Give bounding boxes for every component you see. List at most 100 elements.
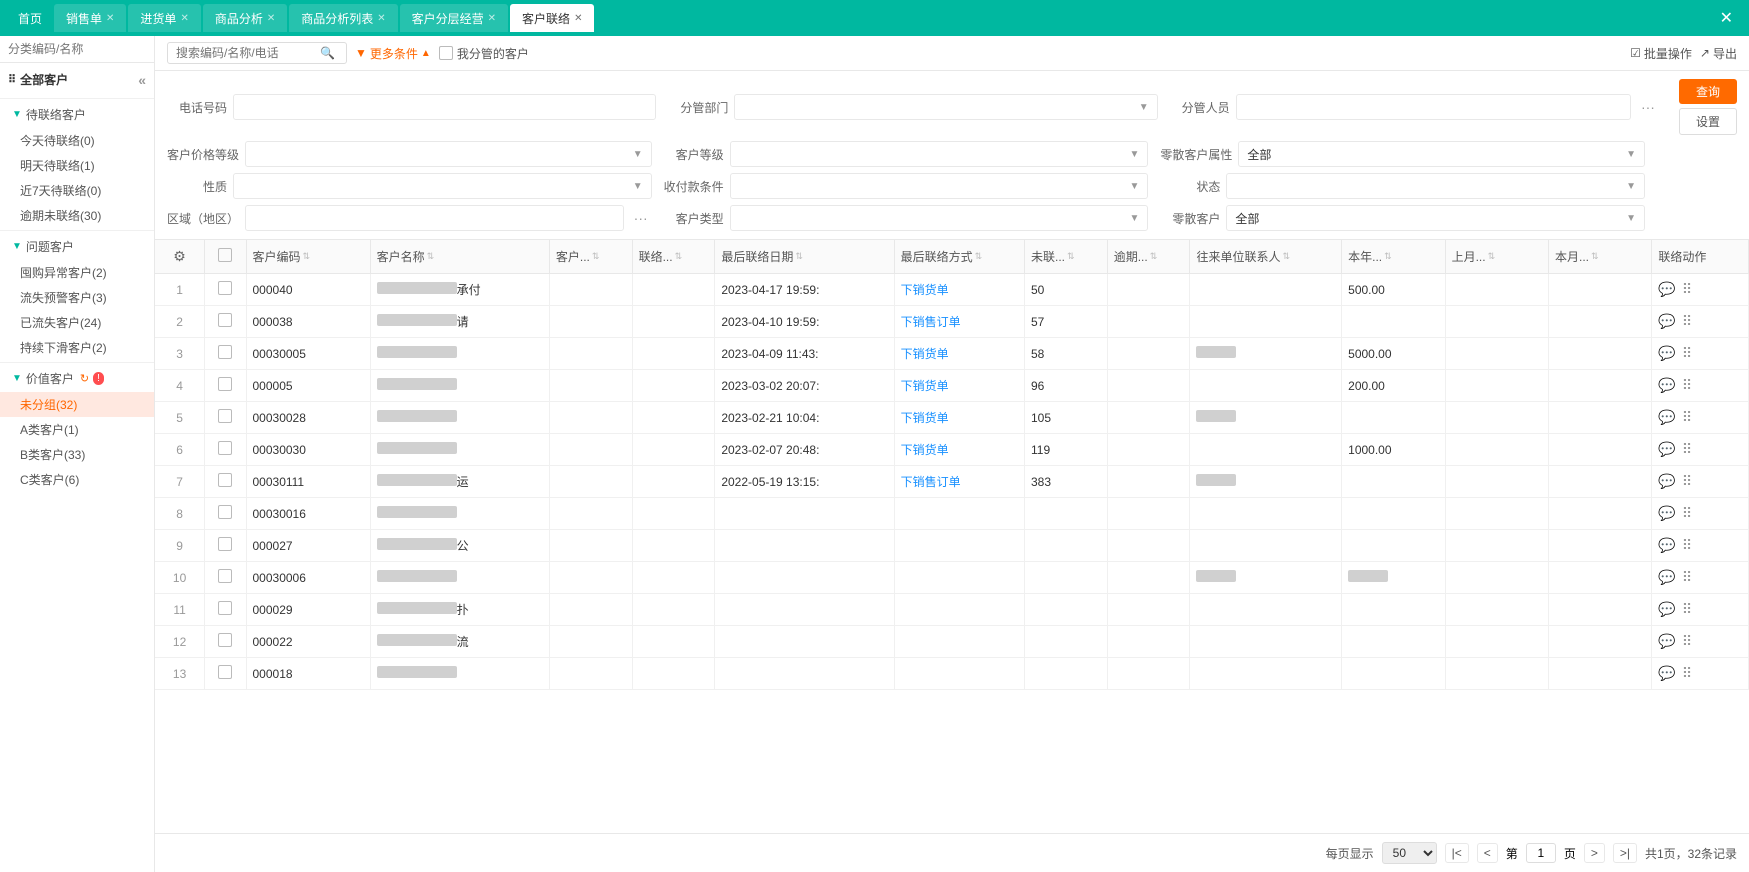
cell-last-method[interactable]: 下销货单 bbox=[894, 274, 1024, 306]
grid-icon[interactable]: ⠿ bbox=[1682, 345, 1692, 362]
sidebar-item-c-class[interactable]: C类客户(6) bbox=[0, 467, 154, 492]
row-checkbox[interactable] bbox=[218, 281, 232, 295]
sidebar-search-box[interactable]: 🔍 bbox=[0, 36, 154, 63]
close-tab-customer-contact-icon[interactable]: ✕ bbox=[574, 13, 582, 24]
first-page-btn[interactable]: |< bbox=[1445, 843, 1469, 863]
sidebar-collapse-icon[interactable]: « bbox=[138, 72, 146, 88]
sort-name-icon[interactable]: ⇅ bbox=[427, 251, 435, 262]
cell-name[interactable] bbox=[370, 338, 549, 370]
select-all-checkbox[interactable] bbox=[218, 248, 232, 262]
chat-icon[interactable]: 💬 bbox=[1658, 281, 1675, 298]
grid-icon[interactable]: ⠿ bbox=[1682, 537, 1692, 554]
filter-region-dots-icon[interactable]: ··· bbox=[630, 210, 652, 226]
close-tab-purchase-icon[interactable]: ✕ bbox=[180, 13, 188, 24]
grid-icon[interactable]: ⠿ bbox=[1682, 377, 1692, 394]
close-tab-customer-tier-icon[interactable]: ✕ bbox=[488, 13, 496, 24]
sidebar-item-tomorrow[interactable]: 明天待联络(1) bbox=[0, 153, 154, 178]
col-contact-header[interactable]: 联络...⇅ bbox=[632, 240, 715, 274]
cell-check[interactable] bbox=[205, 562, 246, 594]
row-checkbox[interactable] bbox=[218, 313, 232, 327]
cell-check[interactable] bbox=[205, 466, 246, 498]
sidebar-item-ungrouped[interactable]: 未分组(32) bbox=[0, 392, 154, 417]
close-tab-analysis-list-icon[interactable]: ✕ bbox=[377, 13, 385, 24]
sort-code-icon[interactable]: ⇅ bbox=[303, 251, 311, 262]
sort-lastmonth-icon[interactable]: ⇅ bbox=[1488, 251, 1496, 262]
sidebar-item-declining[interactable]: 持续下滑客户(2) bbox=[0, 335, 154, 360]
row-checkbox[interactable] bbox=[218, 409, 232, 423]
filter-status-select[interactable]: ▼ bbox=[1226, 173, 1645, 199]
col-last-method-header[interactable]: 最后联络方式⇅ bbox=[894, 240, 1024, 274]
col-name-header[interactable]: 客户名称⇅ bbox=[370, 240, 549, 274]
filter-customer-type-select[interactable]: ▼ bbox=[730, 205, 1149, 231]
cell-name[interactable] bbox=[370, 370, 549, 402]
filter-retail-attr-select[interactable]: 全部 ▼ bbox=[1238, 141, 1645, 167]
next-page-btn[interactable]: > bbox=[1584, 843, 1605, 863]
grid-icon[interactable]: ⠿ bbox=[1682, 601, 1692, 618]
cell-last-method[interactable]: 下销售订单 bbox=[894, 306, 1024, 338]
nav-tab-sales[interactable]: 销售单 ✕ bbox=[54, 4, 126, 32]
col-person-header[interactable]: 往来单位联系人⇅ bbox=[1190, 240, 1342, 274]
cell-check[interactable] bbox=[205, 434, 246, 466]
sidebar-group-problem[interactable]: ▼ 问题客户 bbox=[0, 233, 154, 260]
last-page-btn[interactable]: >| bbox=[1613, 843, 1637, 863]
checkbox-icon[interactable] bbox=[439, 46, 453, 60]
grid-icon[interactable]: ⠿ bbox=[1682, 441, 1692, 458]
cell-name[interactable]: 承付 bbox=[370, 274, 549, 306]
more-conditions-btn[interactable]: ▼ 更多条件 ▲ bbox=[355, 45, 431, 62]
cell-check[interactable] bbox=[205, 658, 246, 690]
cell-last-method[interactable]: 下销货单 bbox=[894, 434, 1024, 466]
filter-nature-select[interactable]: ▼ bbox=[233, 173, 652, 199]
nav-tab-customer-tier[interactable]: 客户分层经营 ✕ bbox=[400, 4, 508, 32]
sidebar-item-churn-warn[interactable]: 流失预警客户(3) bbox=[0, 285, 154, 310]
filter-price-tier-select[interactable]: ▼ bbox=[245, 141, 652, 167]
grid-icon[interactable]: ⠿ bbox=[1682, 665, 1692, 682]
batch-ops-btn[interactable]: ☑ 批量操作 bbox=[1630, 45, 1692, 62]
sidebar-item-churned[interactable]: 已流失客户(24) bbox=[0, 310, 154, 335]
filter-dots-icon[interactable]: ··· bbox=[1637, 99, 1659, 115]
nav-tab-analysis[interactable]: 商品分析 ✕ bbox=[203, 4, 287, 32]
grid-icon[interactable]: ⠿ bbox=[1682, 281, 1692, 298]
export-btn[interactable]: ↗ 导出 bbox=[1700, 45, 1737, 62]
nav-tab-analysis-list[interactable]: 商品分析列表 ✕ bbox=[289, 4, 397, 32]
main-search-box[interactable]: 🔍 bbox=[167, 42, 347, 64]
close-tab-sales-icon[interactable]: ✕ bbox=[106, 13, 114, 24]
filter-retail-select[interactable]: 全部 ▼ bbox=[1226, 205, 1645, 231]
row-checkbox[interactable] bbox=[218, 569, 232, 583]
nav-tab-customer-contact[interactable]: 客户联络 ✕ bbox=[510, 4, 594, 32]
contact-method-link[interactable]: 下销货单 bbox=[901, 443, 949, 457]
reset-btn[interactable]: 设置 bbox=[1679, 108, 1737, 135]
col-type-header[interactable]: 客户...⇅ bbox=[549, 240, 632, 274]
row-checkbox[interactable] bbox=[218, 441, 232, 455]
cell-last-method[interactable]: 下销货单 bbox=[894, 402, 1024, 434]
cell-name[interactable] bbox=[370, 498, 549, 530]
col-last-date-header[interactable]: 最后联络日期⇅ bbox=[715, 240, 894, 274]
cell-name[interactable]: 扑 bbox=[370, 594, 549, 626]
sort-method-icon[interactable]: ⇅ bbox=[975, 251, 983, 262]
row-checkbox[interactable] bbox=[218, 377, 232, 391]
filter-manager-input[interactable] bbox=[1236, 94, 1631, 120]
cell-check[interactable] bbox=[205, 594, 246, 626]
sidebar-item-7days[interactable]: 近7天待联络(0) bbox=[0, 178, 154, 203]
settings-gear-icon[interactable]: ⚙ bbox=[173, 248, 186, 264]
filter-payment-select[interactable]: ▼ bbox=[730, 173, 1149, 199]
chat-icon[interactable]: 💬 bbox=[1658, 665, 1675, 682]
chat-icon[interactable]: 💬 bbox=[1658, 345, 1675, 362]
cell-check[interactable] bbox=[205, 626, 246, 658]
sort-person-icon[interactable]: ⇅ bbox=[1282, 251, 1290, 262]
cell-check[interactable] bbox=[205, 498, 246, 530]
filter-phone-input[interactable] bbox=[233, 94, 656, 120]
cell-check[interactable] bbox=[205, 306, 246, 338]
sort-type-icon[interactable]: ⇅ bbox=[592, 251, 600, 262]
prev-page-btn[interactable]: < bbox=[1477, 843, 1498, 863]
page-number-input[interactable] bbox=[1526, 843, 1556, 863]
col-code-header[interactable]: 客户编码⇅ bbox=[246, 240, 370, 274]
sidebar-group-value[interactable]: ▼ 价值客户 ↻ ! bbox=[0, 365, 154, 392]
sidebar-item-b-class[interactable]: B类客户(33) bbox=[0, 442, 154, 467]
chat-icon[interactable]: 💬 bbox=[1658, 377, 1675, 394]
cell-check[interactable] bbox=[205, 402, 246, 434]
cell-last-method[interactable]: 下销货单 bbox=[894, 338, 1024, 370]
contact-method-link[interactable]: 下销货单 bbox=[901, 379, 949, 393]
sidebar-item-a-class[interactable]: A类客户(1) bbox=[0, 417, 154, 442]
cell-last-method[interactable]: 下销售订单 bbox=[894, 466, 1024, 498]
window-close-icon[interactable]: ✕ bbox=[1712, 8, 1741, 28]
